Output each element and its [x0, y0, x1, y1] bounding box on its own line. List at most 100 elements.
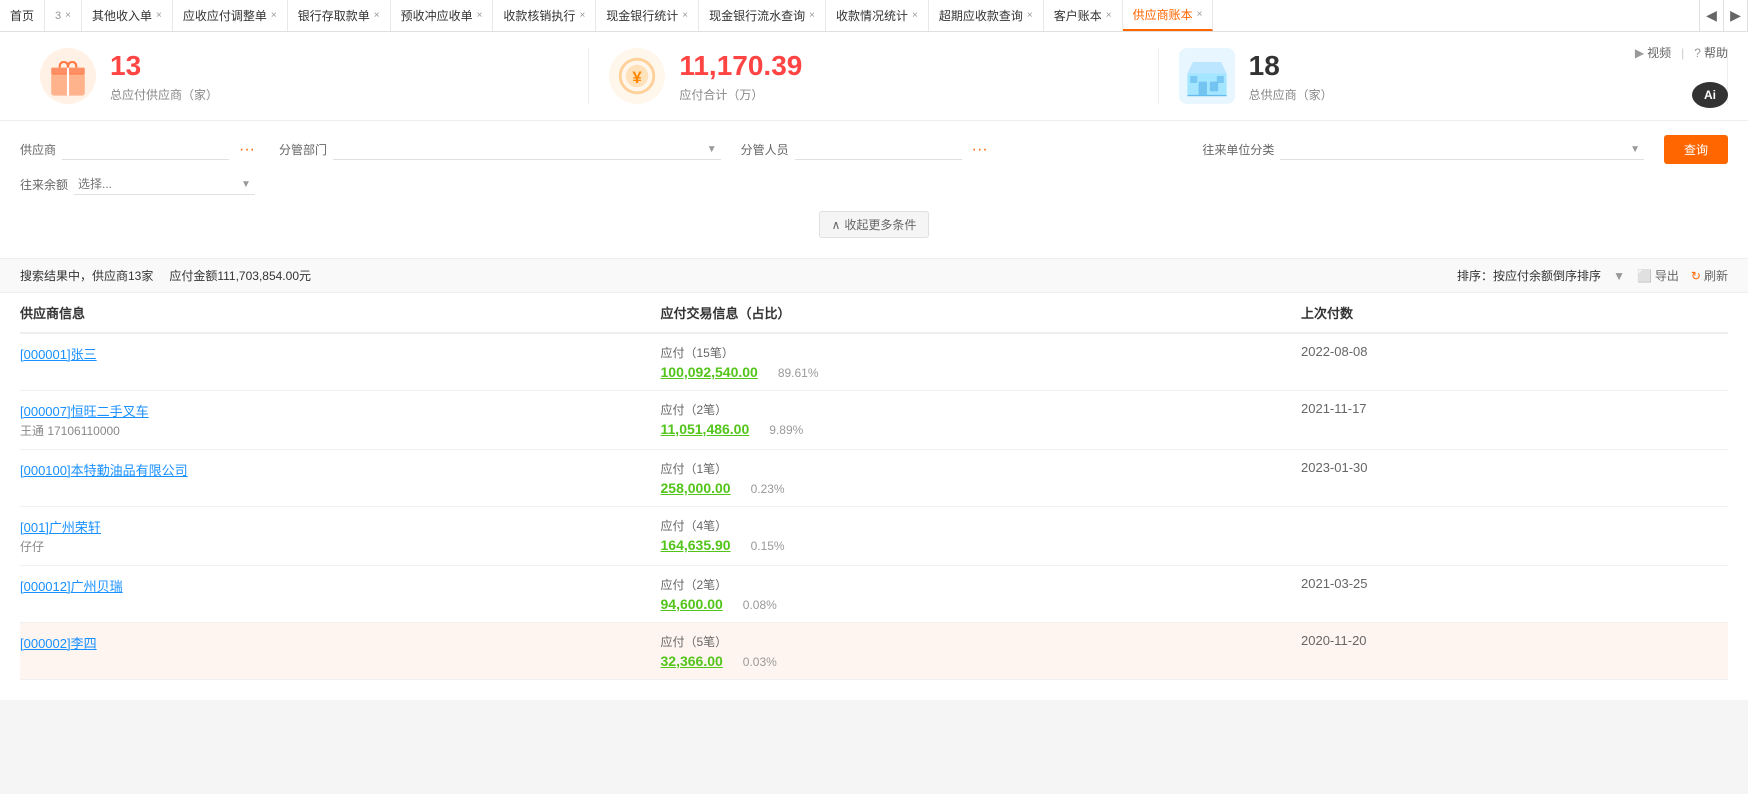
payable-total-icon: ¥ — [609, 48, 665, 104]
nav-tab-home[interactable]: 首页 — [0, 0, 45, 31]
category-arrow-icon: ▼ — [1626, 144, 1644, 155]
table-header: 供应商信息 应付交易信息（占比） 上次付数 — [20, 293, 1728, 334]
filter-row-2: 往来余额 ▼ — [20, 174, 1728, 195]
supplier-info-4: [000012]广州贝瑞 — [20, 576, 661, 595]
card3-content: 18 总供应商（家） — [1249, 49, 1333, 104]
txn-info-2: 应付（1笔） 258,000.00 0.23% — [661, 460, 1302, 496]
refresh-icon: ↻ — [1691, 269, 1701, 283]
supplier-link-3[interactable]: [001]广州荣轩 — [20, 517, 661, 536]
percent-1: 9.89% — [769, 423, 803, 437]
amount-0[interactable]: 100,092,540.00 — [661, 364, 758, 380]
nav-tab-other-income[interactable]: 其他收入单 × — [82, 0, 173, 31]
card3-number: 18 — [1249, 49, 1333, 83]
dept-select[interactable]: ▼ — [333, 139, 721, 160]
nav-tab-payment-stats-close[interactable]: × — [912, 10, 918, 21]
amount-2[interactable]: 258,000.00 — [661, 480, 731, 496]
nav-next-arrow[interactable]: ▶ — [1724, 0, 1748, 32]
nav-tab-collection-label: 收款核销执行 — [503, 7, 575, 24]
nav-tab-adjustment-label: 应收应付调整单 — [183, 7, 267, 24]
table-row: [001]广州荣轩 仔仔 应付（4笔） 164,635.90 0.15% — [20, 507, 1728, 566]
supplier-name-3: 广州荣轩 — [49, 520, 101, 535]
amount-3[interactable]: 164,635.90 — [661, 537, 731, 553]
supplier-link-1[interactable]: [000007]恒旺二手叉车 — [20, 401, 661, 420]
txn-row-5: 32,366.00 0.03% — [661, 653, 1302, 669]
nav-tab-collection-close[interactable]: × — [579, 10, 585, 21]
person-ellipsis[interactable]: ··· — [968, 141, 992, 159]
percent-2: 0.23% — [751, 482, 785, 496]
nav-tab-3-close[interactable]: × — [65, 10, 71, 21]
search-button[interactable]: 查询 — [1664, 135, 1728, 164]
txn-row-1: 11,051,486.00 9.89% — [661, 421, 1302, 437]
nav-tab-other-income-close[interactable]: × — [156, 10, 162, 21]
nav-tab-adjustment-close[interactable]: × — [271, 10, 277, 21]
nav-tab-overdue-close[interactable]: × — [1027, 10, 1033, 21]
category-input[interactable] — [1280, 139, 1626, 159]
collapse-button[interactable]: ∧ 收起更多条件 — [819, 211, 930, 238]
refresh-button[interactable]: ↻ 刷新 — [1691, 267, 1728, 284]
percent-0: 89.61% — [778, 366, 819, 380]
nav-tab-bank-close[interactable]: × — [374, 10, 380, 21]
card1-number: 13 — [110, 49, 218, 83]
nav-tab-cash-stats[interactable]: 现金银行统计 × — [596, 0, 699, 31]
supplier-link-4[interactable]: [000012]广州贝瑞 — [20, 576, 661, 595]
nav-tab-cash-flow-close[interactable]: × — [809, 10, 815, 21]
nav-tab-bank[interactable]: 银行存取款单 × — [288, 0, 391, 31]
balance-select[interactable]: ▼ — [74, 174, 255, 195]
supplier-code-3: [001] — [20, 520, 49, 535]
nav-tab-prepay-close[interactable]: × — [477, 10, 483, 21]
supplier-input[interactable] — [62, 139, 229, 160]
last-payment-0: 2022-08-08 — [1301, 344, 1728, 359]
card1-label: 总应付供应商（家） — [110, 86, 218, 103]
nav-tab-payment-stats[interactable]: 收款情况统计 × — [826, 0, 929, 31]
nav-arrows: ◀ ▶ — [1699, 0, 1748, 32]
nav-tab-customer-ledger-label: 客户账本 — [1054, 7, 1102, 24]
supplier-link-0[interactable]: [000001]张三 — [20, 344, 661, 363]
filter-dept: 分管部门 ▼ — [279, 139, 721, 160]
table-row: [000100]本特勤油品有限公司 应付（1笔） 258,000.00 0.23… — [20, 450, 1728, 507]
nav-tab-overdue[interactable]: 超期应收款查询 × — [929, 0, 1044, 31]
amount-5[interactable]: 32,366.00 — [661, 653, 723, 669]
nav-tab-supplier-ledger-close[interactable]: × — [1197, 9, 1203, 20]
balance-input[interactable] — [74, 174, 237, 194]
supplier-name-2: 本特勤油品有限公司 — [71, 463, 188, 478]
nav-tab-prepay[interactable]: 预收冲应收单 × — [391, 0, 494, 31]
refresh-label: 刷新 — [1704, 267, 1728, 284]
nav-tab-3[interactable]: 3 × — [45, 0, 82, 31]
nav-tab-cash-flow[interactable]: 现金银行流水查询 × — [699, 0, 826, 31]
person-input[interactable] — [795, 139, 962, 160]
nav-prev-arrow[interactable]: ◀ — [1700, 0, 1724, 32]
supplier-info-3: [001]广州荣轩 仔仔 — [20, 517, 661, 555]
category-select[interactable]: ▼ — [1280, 139, 1644, 160]
nav-tab-collection[interactable]: 收款核销执行 × — [493, 0, 596, 31]
dept-input[interactable] — [333, 139, 703, 159]
txn-label-1: 应付（2笔） — [661, 401, 1302, 418]
supplier-code-4: [000012] — [20, 579, 71, 594]
table-row-highlighted: [000002]李四 应付（5笔） 32,366.00 0.03% 2020-1… — [20, 623, 1728, 680]
nav-tab-supplier-ledger[interactable]: 供应商账本 × — [1123, 0, 1214, 31]
supplier-name-5: 李四 — [71, 636, 97, 651]
nav-tab-home-label: 首页 — [10, 7, 34, 24]
nav-tab-customer-ledger-close[interactable]: × — [1106, 10, 1112, 21]
balance-arrow-icon: ▼ — [237, 179, 255, 190]
ai-button[interactable]: Ai — [1692, 82, 1728, 108]
sort-label[interactable]: 排序：按应付余额倒序排序 — [1457, 267, 1601, 284]
total-suppliers-icon — [1179, 48, 1235, 104]
supplier-info-2: [000100]本特勤油品有限公司 — [20, 460, 661, 479]
supplier-code-2: [000100] — [20, 463, 71, 478]
nav-tab-bank-label: 银行存取款单 — [298, 7, 370, 24]
video-label: 视频 — [1647, 44, 1671, 61]
help-link[interactable]: ? 帮助 — [1694, 44, 1728, 61]
nav-tab-adjustment[interactable]: 应收应付调整单 × — [173, 0, 288, 31]
result-info-right: 排序：按应付余额倒序排序 ▼ ⬜ 导出 ↻ 刷新 — [1457, 267, 1728, 284]
nav-tab-customer-ledger[interactable]: 客户账本 × — [1044, 0, 1123, 31]
supplier-ellipsis[interactable]: ··· — [235, 141, 259, 159]
supplier-link-2[interactable]: [000100]本特勤油品有限公司 — [20, 460, 661, 479]
percent-3: 0.15% — [751, 539, 785, 553]
result-info-left: 搜索结果中，供应商13家 应付金额111,703,854.00元 — [20, 267, 311, 284]
export-button[interactable]: ⬜ 导出 — [1637, 267, 1679, 284]
nav-tab-cash-stats-close[interactable]: × — [682, 10, 688, 21]
video-link[interactable]: ▶ 视频 — [1635, 44, 1671, 61]
supplier-link-5[interactable]: [000002]李四 — [20, 633, 661, 652]
amount-4[interactable]: 94,600.00 — [661, 596, 723, 612]
amount-1[interactable]: 11,051,486.00 — [661, 421, 750, 437]
